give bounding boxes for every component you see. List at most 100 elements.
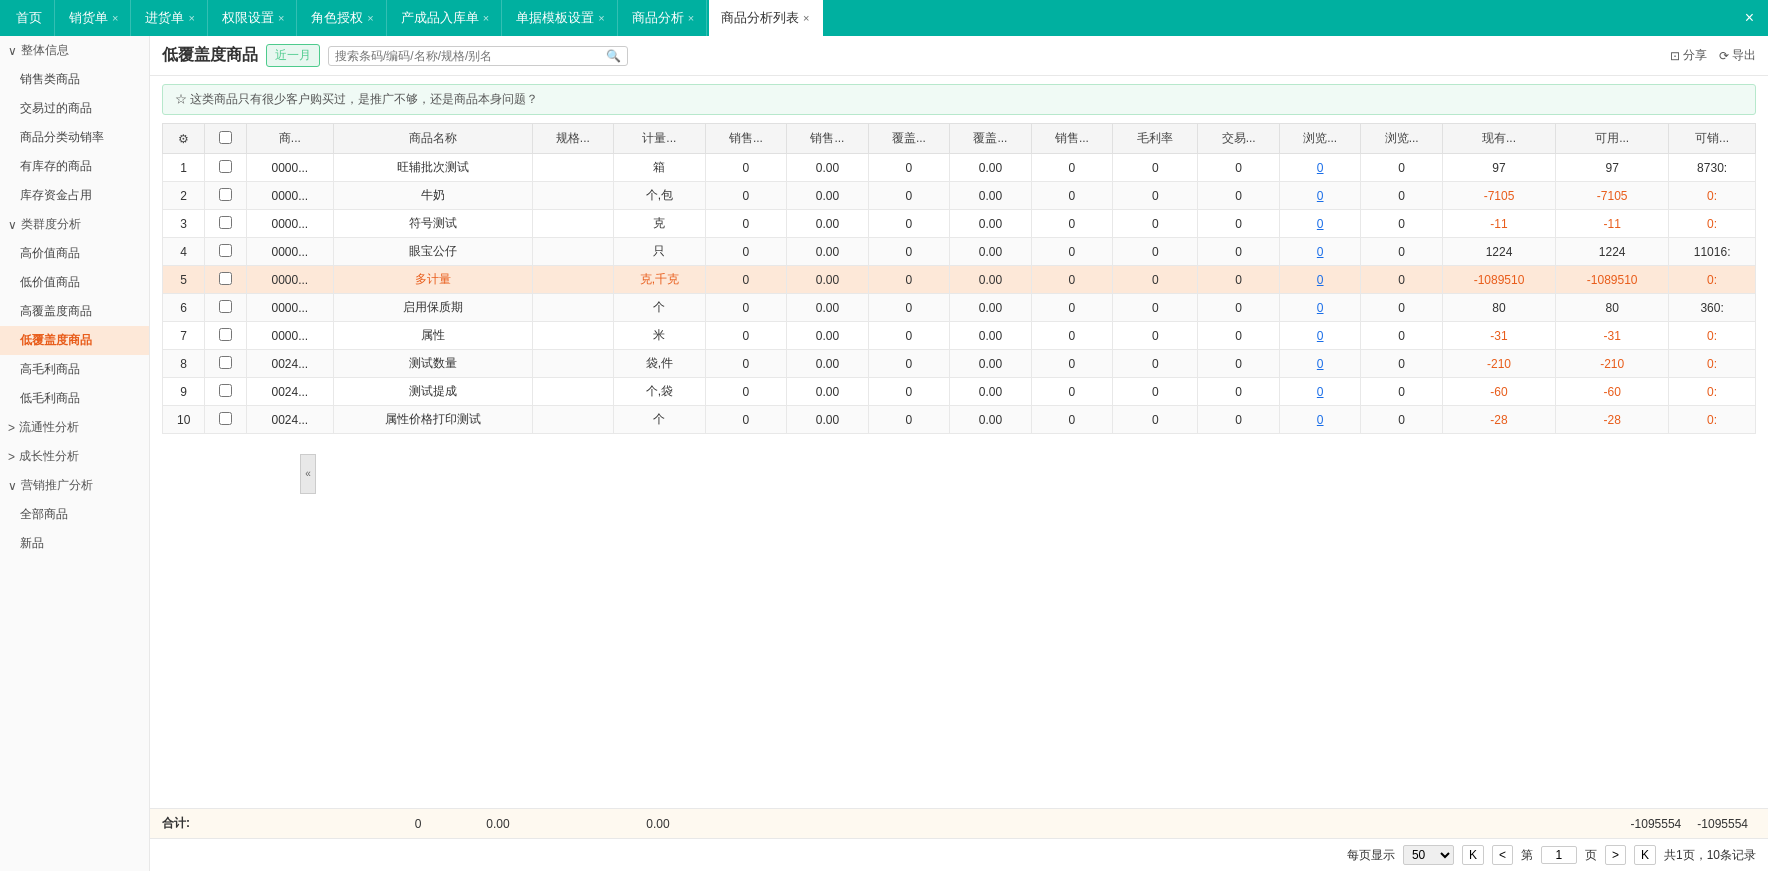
nav-tab-销货单[interactable]: 销货单×: [57, 0, 131, 36]
table-cell: [532, 350, 614, 378]
sidebar-section-类群度分析[interactable]: ∨类群度分析: [0, 210, 149, 239]
prev-page-button[interactable]: <: [1492, 845, 1513, 865]
row-checkbox[interactable]: [219, 160, 232, 173]
table-cell: 0: [1198, 378, 1280, 406]
sidebar-item-高覆盖度商品[interactable]: 高覆盖度商品: [0, 297, 149, 326]
close-tab-icon[interactable]: ×: [688, 12, 694, 24]
page-size-select[interactable]: 50 100: [1403, 845, 1454, 865]
table-cell: -60: [1556, 378, 1669, 406]
sidebar-item-高毛利商品[interactable]: 高毛利商品: [0, 355, 149, 384]
table-cell: 眼宝公仔: [333, 238, 532, 266]
sidebar-item-低覆盖度商品[interactable]: 低覆盖度商品: [0, 326, 149, 355]
table-cell: 0: [1279, 406, 1361, 434]
sidebar-item-低毛利商品[interactable]: 低毛利商品: [0, 384, 149, 413]
table-cell: 0: [1031, 378, 1113, 406]
sidebar-item-有库存的商品[interactable]: 有库存的商品: [0, 152, 149, 181]
search-icon[interactable]: 🔍: [606, 49, 621, 63]
sidebar-item-新品[interactable]: 新品: [0, 529, 149, 558]
filter-button[interactable]: 近一月: [266, 44, 320, 67]
table-cell: 7: [163, 322, 205, 350]
search-input[interactable]: [335, 49, 602, 63]
table-cell: [532, 294, 614, 322]
table-cell: 0: [1198, 350, 1280, 378]
table-cell: 0: [1113, 322, 1198, 350]
close-tab-icon[interactable]: ×: [367, 12, 373, 24]
close-tab-icon[interactable]: ×: [112, 12, 118, 24]
table-cell: 0000...: [247, 210, 334, 238]
sidebar-section-成长性分析[interactable]: >成长性分析: [0, 442, 149, 471]
table-cell: 0: [1113, 294, 1198, 322]
row-checkbox[interactable]: [219, 272, 232, 285]
nav-tab-单据模板设置[interactable]: 单据模板设置×: [504, 0, 617, 36]
row-checkbox[interactable]: [219, 188, 232, 201]
row-checkbox[interactable]: [219, 328, 232, 341]
close-tab-icon[interactable]: ×: [803, 12, 809, 24]
next-page-button[interactable]: >: [1605, 845, 1626, 865]
sidebar-item-全部商品[interactable]: 全部商品: [0, 500, 149, 529]
table-row: 80024...测试数量袋,件00.0000.0000000-210-2100:: [163, 350, 1756, 378]
sidebar-collapse-button[interactable]: «: [300, 454, 316, 494]
table-cell: 0: [705, 378, 787, 406]
nav-tab-首页[interactable]: 首页: [4, 0, 55, 36]
sidebar-section-流通性分析[interactable]: >流通性分析: [0, 413, 149, 442]
table-cell: 0: [868, 294, 950, 322]
table-cell: 0.00: [787, 154, 869, 182]
table-cell: 克,千克: [614, 266, 706, 294]
nav-tab-商品分析[interactable]: 商品分析×: [620, 0, 707, 36]
sidebar-section-营销推广分析[interactable]: ∨营销推广分析: [0, 471, 149, 500]
table-cell: 测试提成: [333, 378, 532, 406]
table-cell: 0: [1113, 378, 1198, 406]
table-cell: 0: [1361, 406, 1443, 434]
table-cell: 0.00: [787, 182, 869, 210]
sidebar-item-交易过的商品[interactable]: 交易过的商品: [0, 94, 149, 123]
table-cell: 符号测试: [333, 210, 532, 238]
close-app-button[interactable]: ×: [1735, 9, 1764, 27]
sidebar-item-库存资金占用[interactable]: 库存资金占用: [0, 181, 149, 210]
first-page-button[interactable]: K: [1462, 845, 1484, 865]
th-checkbox[interactable]: [205, 124, 247, 154]
last-page-button[interactable]: K: [1634, 845, 1656, 865]
table-cell: 0.00: [787, 322, 869, 350]
nav-tab-商品分析列表[interactable]: 商品分析列表×: [709, 0, 822, 36]
close-tab-icon[interactable]: ×: [598, 12, 604, 24]
nav-tab-产成品入库单[interactable]: 产成品入库单×: [389, 0, 502, 36]
row-checkbox[interactable]: [219, 356, 232, 369]
info-banner: ☆ 这类商品只有很少客户购买过，是推广不够，还是商品本身问题？: [162, 84, 1756, 115]
close-tab-icon[interactable]: ×: [278, 12, 284, 24]
table-cell: 0: [1113, 154, 1198, 182]
sidebar-section-整体信息[interactable]: ∨整体信息: [0, 36, 149, 65]
table-cell: 测试数量: [333, 350, 532, 378]
sidebar-item-高价值商品[interactable]: 高价值商品: [0, 239, 149, 268]
row-checkbox[interactable]: [219, 216, 232, 229]
export-button[interactable]: ⟳ 导出: [1719, 47, 1756, 64]
table-cell: 0000...: [247, 266, 334, 294]
table-container[interactable]: ⚙ 商... 商品名称 规格... 计量... 销售... 销售... 覆盖..…: [162, 123, 1756, 808]
table-cell: 个,包: [614, 182, 706, 210]
row-checkbox[interactable]: [219, 412, 232, 425]
sidebar-item-销售类商品[interactable]: 销售类商品: [0, 65, 149, 94]
row-checkbox[interactable]: [219, 384, 232, 397]
nav-tab-角色授权[interactable]: 角色授权×: [299, 0, 386, 36]
table-row: 30000...符号测试克00.0000.0000000-11-110:: [163, 210, 1756, 238]
row-checkbox[interactable]: [219, 300, 232, 313]
table-cell: 米: [614, 322, 706, 350]
table-cell: [532, 210, 614, 238]
nav-tab-进货单[interactable]: 进货单×: [133, 0, 207, 36]
select-all-checkbox[interactable]: [219, 131, 232, 144]
sidebar-item-商品分类动销率[interactable]: 商品分类动销率: [0, 123, 149, 152]
table-cell: [205, 378, 247, 406]
row-checkbox[interactable]: [219, 244, 232, 257]
table-cell: 0: [705, 406, 787, 434]
nav-tab-权限设置[interactable]: 权限设置×: [210, 0, 297, 36]
sidebar-item-低价值商品[interactable]: 低价值商品: [0, 268, 149, 297]
page-number-input[interactable]: [1541, 846, 1577, 864]
table-cell: 属性价格打印测试: [333, 406, 532, 434]
table-cell: 0: [1279, 350, 1361, 378]
close-tab-icon[interactable]: ×: [483, 12, 489, 24]
table-cell: [205, 294, 247, 322]
share-button[interactable]: ⊡ 分享: [1670, 47, 1707, 64]
th-settings[interactable]: ⚙: [163, 124, 205, 154]
table-cell: 4: [163, 238, 205, 266]
close-tab-icon[interactable]: ×: [188, 12, 194, 24]
table-cell: 0: [1198, 266, 1280, 294]
